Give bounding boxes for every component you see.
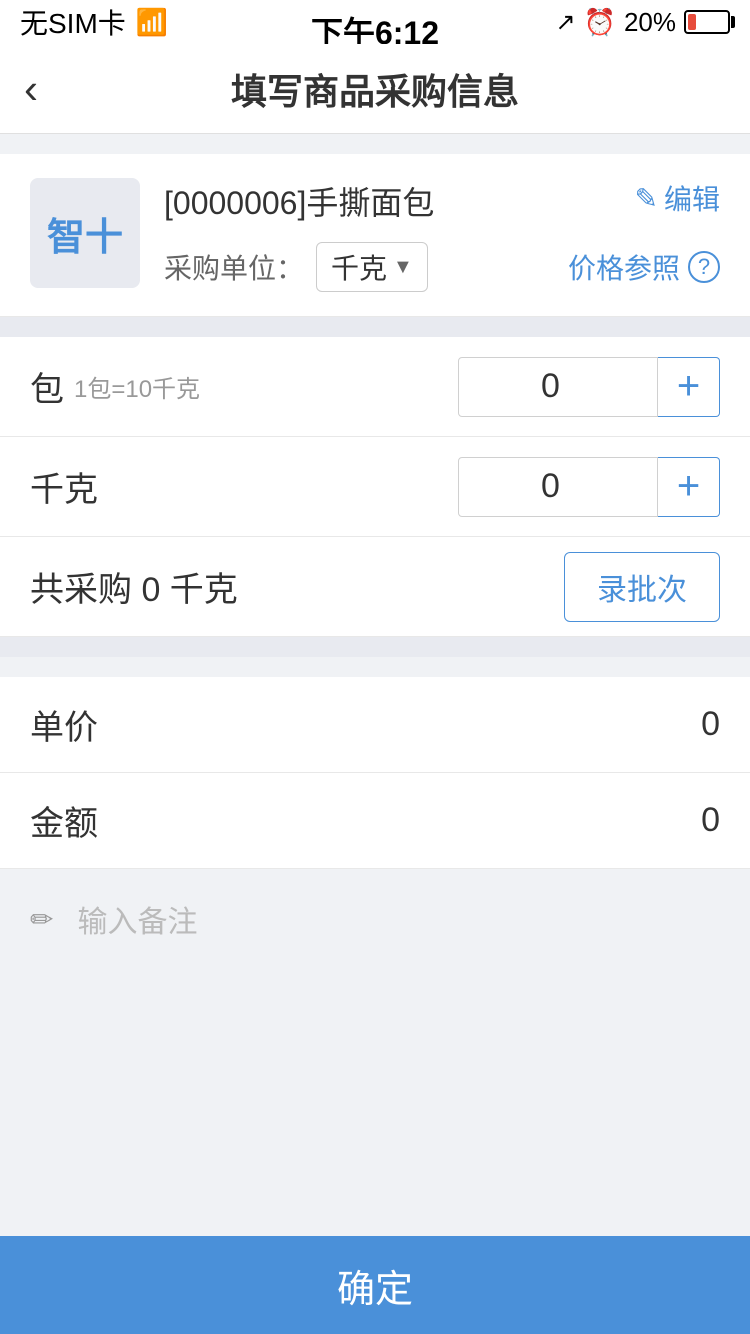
total-text: 共采购 0 千克 <box>30 562 238 611</box>
wifi-icon: 📶 <box>136 7 168 38</box>
price-section: 单价 0 金额 0 <box>0 677 750 869</box>
bag-input-control: + <box>458 357 720 417</box>
kg-plus-button[interactable]: + <box>658 457 720 517</box>
total-row: 共采购 0 千克 录批次 <box>0 537 750 637</box>
edit-icon: ✎ <box>635 182 658 215</box>
separator-2 <box>0 637 750 657</box>
product-image-brand: 智十 <box>47 206 123 261</box>
battery-icon <box>684 10 730 34</box>
kg-quantity-input[interactable] <box>458 457 658 517</box>
kg-input-row: 千克 + <box>0 437 750 537</box>
product-image: 智十 <box>30 178 140 288</box>
remarks-placeholder: 输入备注 <box>77 897 197 941</box>
product-name: [0000006]手撕面包 <box>164 178 434 224</box>
edit-label: 编辑 <box>664 178 720 218</box>
product-name-row: [0000006]手撕面包 ✎ 编辑 <box>164 178 720 224</box>
amount-label: 金额 <box>30 796 98 845</box>
price-ref-label: 价格参照 <box>568 247 680 287</box>
unit-price-row: 单价 0 <box>0 677 750 773</box>
unit-value: 千克 <box>331 247 387 287</box>
product-card: 智十 [0000006]手撕面包 ✎ 编辑 采购单位： 千克 ▼ 价格参照 ? <box>0 154 750 317</box>
location-icon: ↗ <box>555 8 575 37</box>
battery-percent: 20% <box>624 7 676 38</box>
bag-quantity-input[interactable] <box>458 357 658 417</box>
purchase-unit-label: 采购单位： <box>164 247 304 287</box>
amount-row: 金额 0 <box>0 773 750 869</box>
product-info: [0000006]手撕面包 ✎ 编辑 采购单位： 千克 ▼ 价格参照 ? <box>164 178 720 292</box>
amount-value: 0 <box>701 801 720 840</box>
remarks-input-row[interactable]: ✏ 输入备注 <box>30 897 720 941</box>
status-bar: 无SIM卡 📶 下午6:12 ↗ ⏰ 20% <box>0 0 750 44</box>
bag-sublabel: 1包=10千克 <box>74 369 458 404</box>
unit-price-value: 0 <box>701 705 720 744</box>
bag-label: 包 <box>30 362 64 411</box>
confirm-button-label: 确定 <box>337 1258 413 1313</box>
batch-button[interactable]: 录批次 <box>564 552 720 622</box>
bag-input-row: 包 1包=10千克 + <box>0 337 750 437</box>
carrier-text: 无SIM卡 <box>20 2 126 42</box>
confirm-button[interactable]: 确定 <box>0 1236 750 1334</box>
kg-label: 千克 <box>30 462 98 511</box>
separator-1 <box>0 317 750 337</box>
purchase-unit-row: 采购单位： 千克 ▼ 价格参照 ? <box>164 242 720 292</box>
battery-fill <box>688 14 696 30</box>
status-carrier: 无SIM卡 📶 <box>20 2 168 42</box>
kg-input-control: + <box>458 457 720 517</box>
unit-price-label: 单价 <box>30 700 98 749</box>
remarks-section: ✏ 输入备注 <box>0 869 750 1169</box>
pencil-icon: ✏ <box>30 903 53 936</box>
unit-dropdown[interactable]: 千克 ▼ <box>316 242 428 292</box>
edit-link[interactable]: ✎ 编辑 <box>635 178 720 218</box>
alarm-icon: ⏰ <box>584 7 616 38</box>
nav-title: 填写商品采购信息 <box>231 63 519 115</box>
price-ref-help-icon: ? <box>688 251 720 283</box>
nav-bar: ‹ 填写商品采购信息 <box>0 44 750 134</box>
price-ref[interactable]: 价格参照 ? <box>568 247 720 287</box>
chevron-down-icon: ▼ <box>393 256 413 279</box>
unit-select-group: 采购单位： 千克 ▼ <box>164 242 428 292</box>
bag-plus-button[interactable]: + <box>658 357 720 417</box>
input-section: 包 1包=10千克 + 千克 + <box>0 337 750 537</box>
status-right: ↗ ⏰ 20% <box>555 7 730 38</box>
back-button[interactable]: ‹ <box>24 68 38 110</box>
